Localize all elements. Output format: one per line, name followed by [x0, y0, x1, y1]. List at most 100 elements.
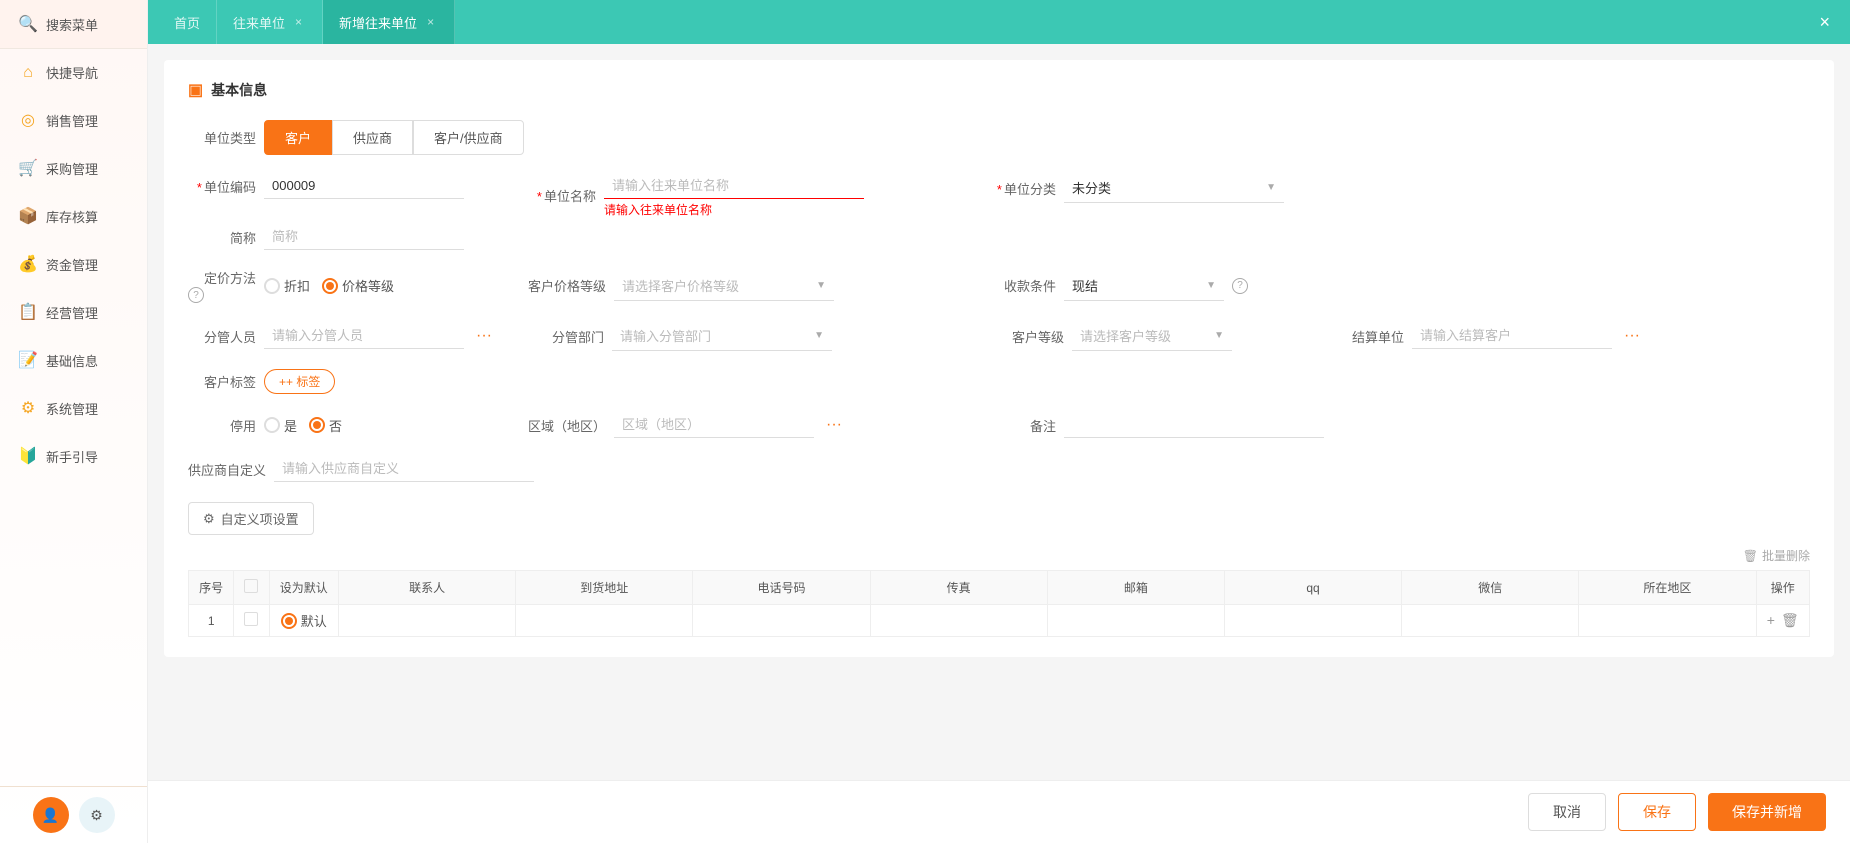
cell-phone[interactable]: [693, 605, 870, 637]
unit-code-label: *单位编码: [188, 177, 256, 196]
row-checkbox[interactable]: [244, 612, 258, 626]
tab-contacts-close[interactable]: ×: [291, 13, 306, 31]
col-seq: 序号: [189, 571, 234, 605]
customer-level-label: 客户等级: [996, 327, 1064, 346]
basic-info-icon: 📝: [18, 350, 38, 370]
tab-home[interactable]: 首页: [158, 0, 217, 44]
department-select[interactable]: 请输入分管部门 ▼: [612, 321, 832, 351]
sidebar-item-label: 系统管理: [46, 399, 98, 418]
cell-region[interactable]: [1579, 605, 1756, 637]
unit-category-label: *单位分类: [988, 179, 1056, 198]
pricing-label: 定价方法 ?: [188, 268, 256, 303]
unit-code-input[interactable]: [264, 173, 464, 199]
sidebar-item-purchase[interactable]: 🛒 采购管理: [0, 144, 147, 192]
page-content: ▣ 基本信息 单位类型 客户 供应商 客户/供应商 *单位编: [148, 44, 1850, 780]
sidebar-item-guide[interactable]: 🔰 新手引导: [0, 432, 147, 480]
radio-price-level[interactable]: 价格等级: [322, 276, 394, 295]
tags-label: 客户标签: [188, 372, 256, 391]
supplier-custom-input[interactable]: [274, 456, 534, 482]
settings-button[interactable]: ⚙: [79, 797, 115, 833]
email-input[interactable]: [1058, 614, 1214, 628]
remarks-input[interactable]: [1064, 412, 1324, 438]
col-address: 到货地址: [516, 571, 693, 605]
unit-name-input[interactable]: [604, 173, 864, 199]
sidebar-item-basic-info[interactable]: 📝 基础信息: [0, 336, 147, 384]
manager-input[interactable]: [264, 323, 464, 349]
add-tag-button[interactable]: + + 标签: [264, 369, 335, 394]
unit-type-both[interactable]: 客户/供应商: [413, 120, 524, 155]
supplier-custom-label: 供应商自定义: [188, 460, 266, 479]
cell-contact[interactable]: [339, 605, 516, 637]
region-dots[interactable]: ···: [822, 416, 846, 434]
custom-settings-button[interactable]: ⚙ 自定义项设置: [188, 502, 314, 535]
radio-yes[interactable]: 是: [264, 416, 297, 435]
cell-address[interactable]: [516, 605, 693, 637]
select-all-checkbox[interactable]: [244, 579, 258, 593]
fax-input[interactable]: [881, 614, 1037, 628]
sidebar-item-label: 基础信息: [46, 351, 98, 370]
batch-delete-button[interactable]: 🗑 批量删除: [1743, 547, 1810, 564]
col-email: 邮箱: [1047, 571, 1224, 605]
section-icon: ▣: [188, 80, 203, 100]
sidebar-item-sales[interactable]: ◎ 销售管理: [0, 96, 147, 144]
cancel-button[interactable]: 取消: [1528, 793, 1606, 831]
cell-default: 默认: [269, 605, 338, 637]
pricing-help-icon[interactable]: ?: [188, 287, 204, 303]
table-region-input[interactable]: [1589, 614, 1745, 628]
cell-fax[interactable]: [870, 605, 1047, 637]
region-input[interactable]: [614, 412, 814, 438]
region-field: 区域（地区） ···: [528, 412, 948, 438]
default-radio[interactable]: 默认: [280, 611, 328, 630]
col-default: 设为默认: [269, 571, 338, 605]
sidebar-item-search[interactable]: 🔍 搜索菜单: [0, 0, 147, 49]
abbreviation-input[interactable]: [264, 224, 464, 250]
section-title-text: 基本信息: [211, 80, 267, 100]
sidebar-item-finance[interactable]: 💰 资金管理: [0, 240, 147, 288]
delete-row-button[interactable]: 🗑: [1781, 612, 1799, 629]
customer-level-select[interactable]: 请选择客户等级 ▼: [1072, 321, 1232, 351]
unit-type-customer[interactable]: 客户: [264, 120, 332, 155]
add-row-button[interactable]: +: [1767, 612, 1775, 629]
sidebar-item-operations[interactable]: 📋 经营管理: [0, 288, 147, 336]
sidebar-item-label: 快捷导航: [46, 63, 98, 82]
qq-input[interactable]: [1235, 614, 1391, 628]
sidebar-search-label: 搜索菜单: [46, 15, 98, 34]
unit-type-supplier[interactable]: 供应商: [332, 120, 413, 155]
sidebar-item-system[interactable]: ⚙ 系统管理: [0, 384, 147, 432]
phone-input[interactable]: [703, 614, 859, 628]
cell-email[interactable]: [1047, 605, 1224, 637]
radio-discount[interactable]: 折扣: [264, 276, 310, 295]
settlement-label: 结算单位: [1336, 327, 1404, 346]
contact-input[interactable]: [349, 614, 505, 628]
manager-dots[interactable]: ···: [472, 327, 496, 345]
col-qq: qq: [1224, 571, 1401, 605]
save-button[interactable]: 保存: [1618, 793, 1696, 831]
sidebar-item-quick-nav[interactable]: ⌂ 快捷导航: [0, 49, 147, 96]
radio-no[interactable]: 否: [309, 416, 342, 435]
default-label: 默认: [301, 611, 327, 630]
tab-contacts[interactable]: 往来单位 ×: [217, 0, 323, 44]
supplier-custom-field: 供应商自定义: [188, 456, 534, 482]
tab-new-contact[interactable]: 新增往来单位 ×: [323, 0, 455, 44]
tab-new-contact-close[interactable]: ×: [423, 13, 438, 31]
close-all-tabs[interactable]: ×: [1809, 12, 1840, 33]
settlement-dots[interactable]: ···: [1620, 327, 1644, 345]
cell-qq[interactable]: [1224, 605, 1401, 637]
address-input[interactable]: [526, 614, 682, 628]
region-label: 区域（地区）: [528, 416, 606, 435]
user-avatar[interactable]: 👤: [33, 797, 69, 833]
save-new-button[interactable]: 保存并新增: [1708, 793, 1826, 831]
unit-name-error: 请输入往来单位名称: [604, 201, 864, 218]
remarks-label: 备注: [988, 416, 1056, 435]
unit-category-select[interactable]: 未分类 ▼: [1064, 173, 1284, 203]
bottom-bar: 取消 保存 保存并新增: [148, 780, 1850, 843]
wechat-input[interactable]: [1412, 614, 1568, 628]
sidebar-item-inventory[interactable]: 📦 库存核算: [0, 192, 147, 240]
cell-actions: + 🗑: [1756, 605, 1809, 637]
add-tag-icon: +: [279, 375, 286, 389]
cell-wechat[interactable]: [1402, 605, 1579, 637]
payment-help-icon[interactable]: ?: [1232, 278, 1248, 294]
payment-terms-select[interactable]: 现结 ▼: [1064, 271, 1224, 301]
customer-price-level-select[interactable]: 请选择客户价格等级 ▼: [614, 271, 834, 301]
settlement-input[interactable]: [1412, 323, 1612, 349]
